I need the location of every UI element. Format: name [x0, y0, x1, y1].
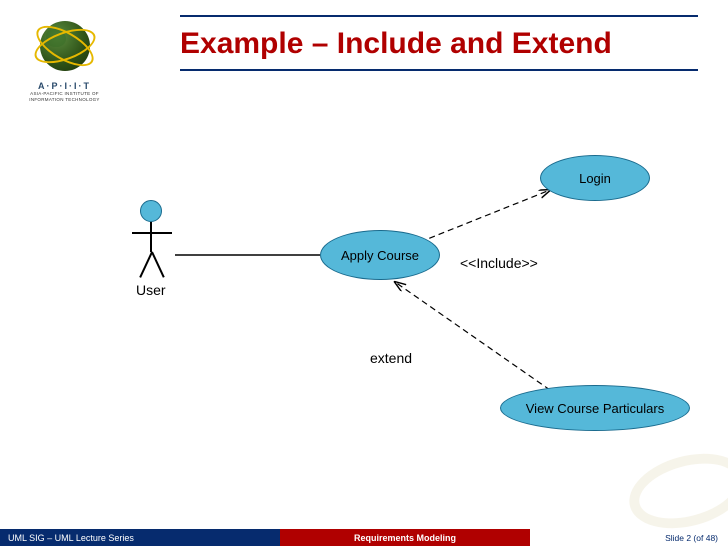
usecase-login: Login — [540, 155, 650, 201]
include-label: <<Include>> — [460, 255, 538, 271]
title-rule-bottom — [180, 69, 698, 71]
usecase-label: View Course Particulars — [526, 401, 664, 416]
page-title: Example – Include and Extend — [180, 17, 698, 69]
title-block: Example – Include and Extend — [180, 15, 698, 71]
slide: A·P·I·I·T ASIA-PACIFIC INSTITUTE OF INFO… — [0, 0, 728, 546]
logo-tagline-2: INFORMATION TECHNOLOGY — [12, 98, 117, 103]
usecase-apply-course: Apply Course — [320, 230, 440, 280]
footer-topic: Requirements Modeling — [280, 529, 530, 546]
logo-acronym: A·P·I·I·T — [12, 81, 117, 91]
usecase-label: Login — [579, 171, 611, 186]
org-logo: A·P·I·I·T ASIA-PACIFIC INSTITUTE OF INFO… — [12, 15, 117, 103]
usecase-view-particulars: View Course Particulars — [500, 385, 690, 431]
footer-series: UML SIG – UML Lecture Series — [0, 529, 280, 546]
footer-bar: UML SIG – UML Lecture Series Requirement… — [0, 529, 728, 546]
extend-label: extend — [370, 350, 412, 366]
footer-slide-number: Slide 2 (of 48) — [530, 529, 728, 546]
actor-label: User — [136, 282, 166, 298]
usecase-diagram: User Apply Course Login View Course Part… — [0, 150, 728, 470]
actor-user: User — [140, 200, 162, 252]
actor-head-icon — [140, 200, 162, 222]
usecase-label: Apply Course — [341, 248, 419, 263]
globe-icon — [34, 15, 96, 77]
